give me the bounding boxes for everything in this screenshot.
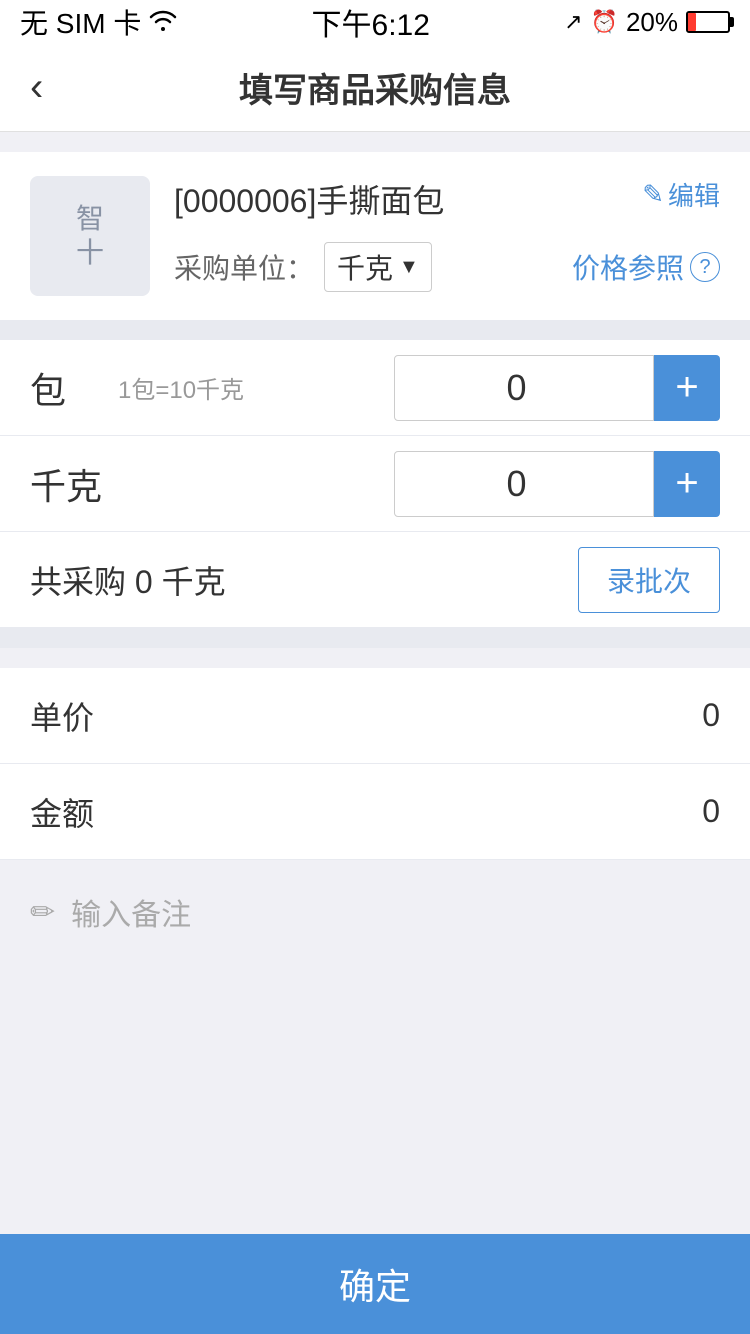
remark-input-row[interactable]: ✏ 输入备注 [30, 890, 720, 934]
status-left: 无 SIM 卡 [20, 2, 177, 42]
nav-bar: ‹ 填写商品采购信息 [0, 44, 750, 132]
edit-button[interactable]: ✎ 编辑 [642, 176, 720, 213]
pencil-icon: ✏ [30, 895, 55, 930]
page-title: 填写商品采购信息 [239, 63, 511, 112]
alarm-icon: ⏰ [591, 9, 618, 35]
back-button[interactable]: ‹ [20, 55, 53, 120]
edit-icon: ✎ [642, 179, 664, 210]
product-name: [0000006]手撕面包 [174, 176, 444, 222]
amount-row: 金额 0 [0, 764, 750, 860]
product-logo: 智 十 [76, 202, 104, 269]
bao-sublabel: 1包=10千克 [118, 370, 244, 405]
status-right: ↗ ⏰ 20% [564, 7, 730, 38]
total-label: 共采购 0 千克 [30, 557, 226, 603]
unit-select[interactable]: 千克 ▼ [324, 242, 432, 292]
kg-label: 千克 [30, 458, 110, 510]
info-icon: ? [690, 252, 720, 282]
product-image: 智 十 [30, 176, 150, 296]
section-divider-2 [0, 628, 750, 648]
kg-quantity-input[interactable] [394, 451, 654, 517]
location-icon: ↗ [564, 9, 582, 35]
unit-row: 采购单位： 千克 ▼ 价格参照 ? [174, 242, 720, 292]
bao-input-group: + [394, 355, 720, 421]
amount-label: 金额 [30, 789, 94, 835]
status-time: 下午6:12 [312, 0, 430, 44]
unit-price-value: 0 [702, 697, 720, 734]
price-reference-button[interactable]: 价格参照 ? [572, 247, 720, 287]
product-info: [0000006]手撕面包 ✎ 编辑 采购单位： 千克 ▼ 价格参照 ? [174, 176, 720, 292]
bao-input-row: 包 1包=10千克 + [0, 340, 750, 436]
section-divider-1 [0, 320, 750, 340]
battery-icon [686, 11, 730, 33]
kg-input-row: 千克 + [0, 436, 750, 532]
unit-price-row: 单价 0 [0, 668, 750, 764]
chevron-down-icon: ▼ [399, 256, 419, 279]
total-row: 共采购 0 千克 录批次 [0, 532, 750, 628]
carrier-label: 无 SIM 卡 [20, 2, 141, 42]
unit-price-label: 单价 [30, 693, 94, 739]
status-bar: 无 SIM 卡 下午6:12 ↗ ⏰ 20% [0, 0, 750, 44]
remark-section: ✏ 输入备注 [0, 860, 750, 1160]
quantity-input-section: 包 1包=10千克 + 千克 + [0, 340, 750, 532]
price-info-section: 单价 0 金额 0 [0, 668, 750, 860]
wifi-icon [149, 6, 177, 38]
kg-input-group: + [394, 451, 720, 517]
unit-label: 采购单位： [174, 247, 314, 287]
product-name-row: [0000006]手撕面包 ✎ 编辑 [174, 176, 720, 222]
product-card: 智 十 [0000006]手撕面包 ✎ 编辑 采购单位： 千克 ▼ 价格参照 ? [0, 152, 750, 320]
remark-placeholder: 输入备注 [71, 890, 191, 934]
bao-quantity-input[interactable] [394, 355, 654, 421]
confirm-button[interactable]: 确定 [0, 1234, 750, 1334]
amount-value: 0 [702, 793, 720, 830]
bao-label: 包 [30, 362, 110, 414]
battery-percent: 20% [626, 7, 678, 38]
bao-plus-button[interactable]: + [654, 355, 720, 421]
kg-plus-button[interactable]: + [654, 451, 720, 517]
batch-button[interactable]: 录批次 [578, 547, 720, 613]
